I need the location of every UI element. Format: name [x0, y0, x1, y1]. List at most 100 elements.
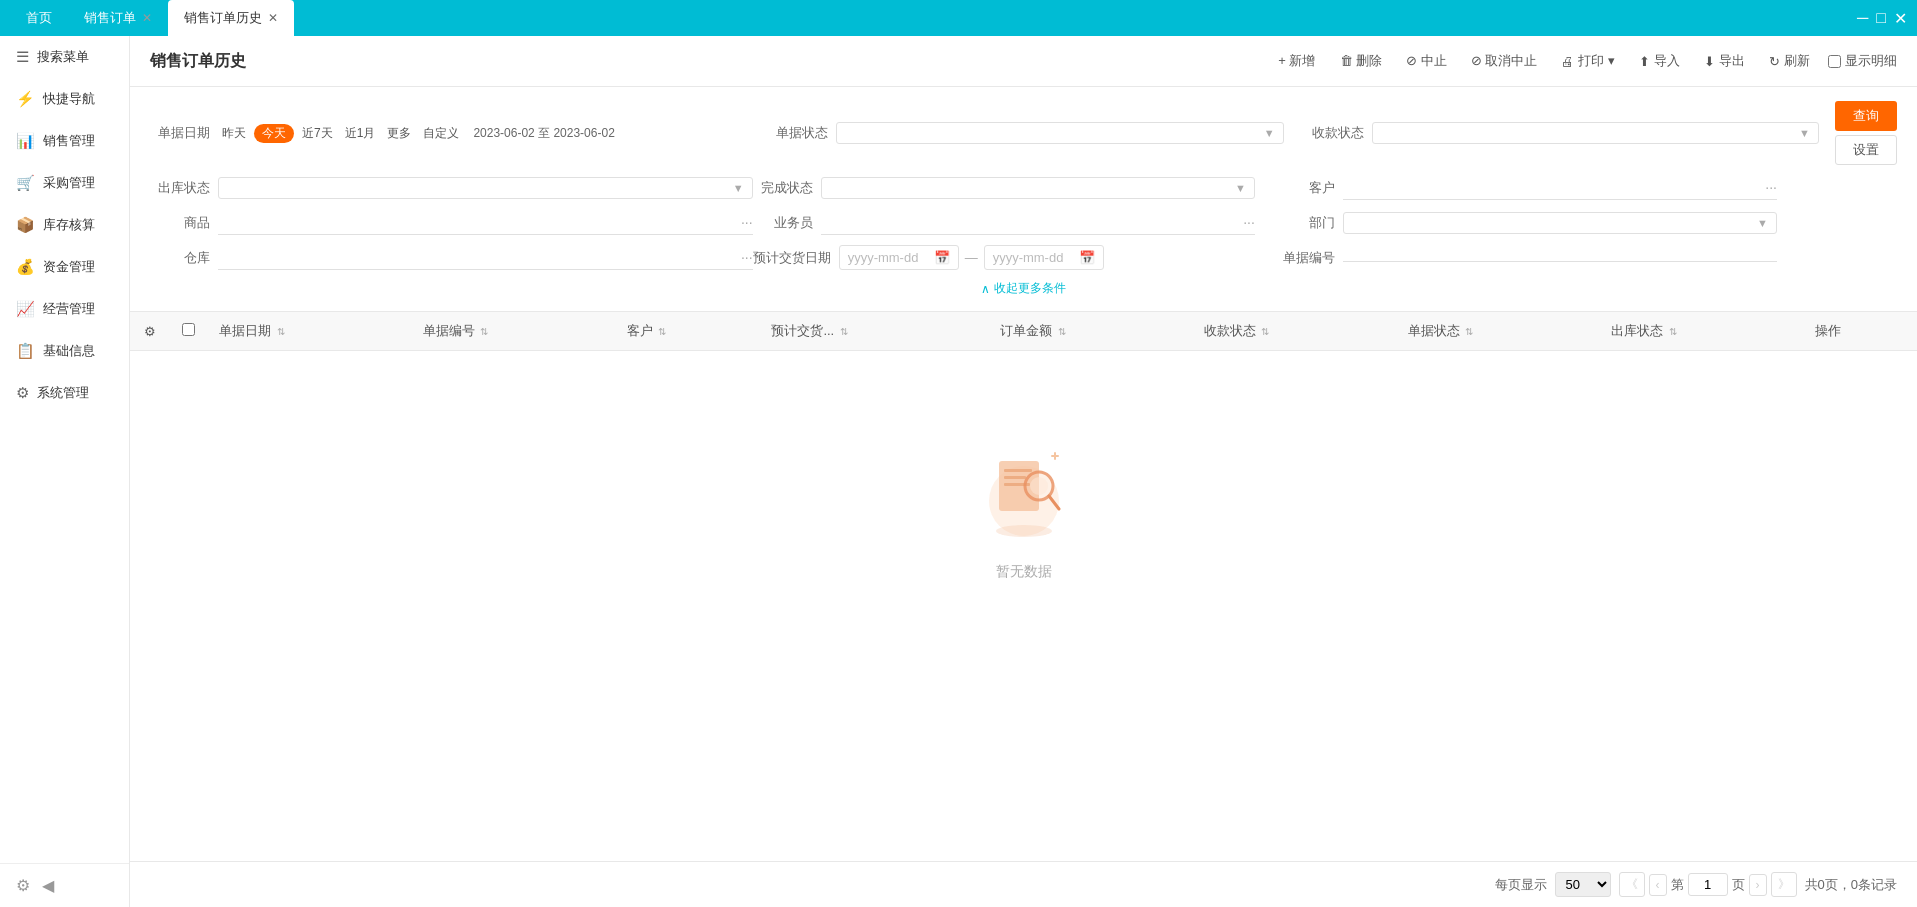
- page-number-input[interactable]: [1688, 873, 1728, 896]
- sidebar-item-inventory[interactable]: 📦 库存核算: [0, 204, 129, 246]
- col-number[interactable]: 单据编号 ⇅: [411, 312, 615, 351]
- empty-illustration: [964, 431, 1084, 551]
- select-all-checkbox[interactable]: [182, 323, 195, 336]
- delete-button[interactable]: 🗑 删除: [1334, 48, 1389, 74]
- close-icon[interactable]: ✕: [1894, 9, 1907, 28]
- sidebar-item-operations-label: 经营管理: [43, 300, 95, 318]
- customer-label: 客户: [1275, 179, 1335, 197]
- sidebar-item-purchase-mgmt[interactable]: 🛒 采购管理: [0, 162, 129, 204]
- next-page-button[interactable]: ›: [1749, 874, 1767, 896]
- col-amount[interactable]: 订单金额 ⇅: [988, 312, 1192, 351]
- import-icon: ⬆: [1639, 54, 1650, 69]
- cancel-stop-button[interactable]: ⊘ 取消中止: [1465, 48, 1544, 74]
- sidebar-item-quick-nav[interactable]: ⚡ 快捷导航: [0, 78, 129, 120]
- per-page-label: 每页显示: [1495, 876, 1547, 894]
- new-button[interactable]: + 新增: [1272, 48, 1321, 74]
- page-title: 销售订单历史: [150, 51, 246, 72]
- delivery-date-from[interactable]: yyyy-mm-dd 📅: [839, 245, 959, 270]
- collapse-filter-row[interactable]: ∧ 收起更多条件: [150, 280, 1897, 297]
- show-detail-input[interactable]: [1828, 55, 1841, 68]
- warehouse-dots-icon[interactable]: ···: [741, 249, 753, 265]
- col-action: 操作: [1803, 312, 1917, 351]
- delivery-date-label: 预计交货日期: [753, 249, 831, 267]
- window-controls: ─ □ ✕: [1857, 9, 1907, 28]
- col-delivery-date[interactable]: 预计交货... ⇅: [759, 312, 988, 351]
- filter-delivery-status-field: 出库状态 ▼: [150, 177, 753, 199]
- tab-sales-order-label: 销售订单: [84, 9, 136, 27]
- per-page-select[interactable]: 50 10 20 100: [1555, 872, 1611, 897]
- prev-page-button[interactable]: ‹: [1649, 874, 1667, 896]
- sidebar-item-basic-info[interactable]: 📋 基础信息: [0, 330, 129, 372]
- col-customer[interactable]: 客户 ⇅: [615, 312, 760, 351]
- col-payment-status-sort-icon: ⇅: [1261, 326, 1269, 337]
- date-shortcuts: 昨天 今天 近7天 近1月 更多 自定义: [218, 124, 463, 143]
- department-select[interactable]: ▼: [1343, 212, 1777, 234]
- settings-bottom-icon[interactable]: ⚙: [16, 876, 30, 895]
- salesperson-dots-icon[interactable]: ···: [1243, 214, 1255, 230]
- delivery-date-to-placeholder: yyyy-mm-dd: [993, 250, 1064, 265]
- import-button[interactable]: ⬆ 导入: [1633, 48, 1686, 74]
- delivery-status-select[interactable]: ▼: [218, 177, 753, 199]
- shortcut-yesterday[interactable]: 昨天: [218, 124, 250, 143]
- shortcut-today[interactable]: 今天: [254, 124, 294, 143]
- col-amount-sort-icon: ⇅: [1058, 326, 1066, 337]
- collapse-sidebar-icon[interactable]: ◀: [42, 876, 54, 895]
- col-payment-status[interactable]: 收款状态 ⇅: [1192, 312, 1396, 351]
- col-order-status[interactable]: 单据状态 ⇅: [1396, 312, 1600, 351]
- refresh-button[interactable]: ↻ 刷新: [1763, 48, 1816, 74]
- sidebar-item-finance[interactable]: 💰 资金管理: [0, 246, 129, 288]
- page-prefix-label: 第: [1671, 876, 1684, 894]
- completion-status-select[interactable]: ▼: [821, 177, 1255, 199]
- order-status-select[interactable]: ▼: [836, 122, 1283, 144]
- filter-row-1: 单据日期 昨天 今天 近7天 近1月 更多 自定义 2023-06-02 至 2…: [150, 101, 1897, 165]
- tab-sales-order-close[interactable]: ✕: [142, 11, 152, 25]
- shortcut-custom[interactable]: 自定义: [419, 124, 463, 143]
- minimize-icon[interactable]: ─: [1857, 9, 1868, 27]
- department-label: 部门: [1275, 214, 1335, 232]
- tab-sales-order[interactable]: 销售订单 ✕: [68, 0, 168, 36]
- col-delivery-status[interactable]: 出库状态 ⇅: [1599, 312, 1803, 351]
- sales-mgmt-icon: 📊: [16, 132, 35, 150]
- sidebar-item-search-menu-label: 搜索菜单: [37, 48, 89, 66]
- col-delivery-status-sort-icon: ⇅: [1669, 326, 1677, 337]
- last-page-button[interactable]: 》: [1771, 872, 1797, 897]
- table-settings-col[interactable]: ⚙: [130, 312, 170, 351]
- sidebar-item-operations[interactable]: 📈 经营管理: [0, 288, 129, 330]
- product-dots-icon[interactable]: ···: [741, 214, 753, 230]
- calendar-to-icon: 📅: [1079, 250, 1095, 265]
- sidebar-item-search-menu[interactable]: ☰ 搜索菜单: [0, 36, 129, 78]
- filter-area: 单据日期 昨天 今天 近7天 近1月 更多 自定义 2023-06-02 至 2…: [130, 87, 1917, 312]
- customer-dots-icon[interactable]: ···: [1765, 179, 1777, 195]
- filter-product-field: 商品 ···: [150, 210, 753, 235]
- col-date[interactable]: 单据日期 ⇅: [207, 312, 411, 351]
- sidebar-item-basic-info-label: 基础信息: [43, 342, 95, 360]
- shortcut-7days[interactable]: 近7天: [298, 124, 337, 143]
- query-button[interactable]: 查询: [1835, 101, 1897, 131]
- tab-history-label: 销售订单历史: [184, 9, 262, 27]
- stop-button[interactable]: ⊘ 中止: [1400, 48, 1453, 74]
- tab-sales-order-history[interactable]: 销售订单历史 ✕: [168, 0, 294, 36]
- maximize-icon[interactable]: □: [1876, 9, 1886, 27]
- print-button[interactable]: 🖨 🖨 打印 打印 ▾: [1555, 48, 1621, 74]
- shortcut-more[interactable]: 更多: [383, 124, 415, 143]
- shortcut-1month[interactable]: 近1月: [341, 124, 380, 143]
- tab-home[interactable]: 首页: [10, 0, 68, 36]
- first-page-button[interactable]: 《: [1619, 872, 1645, 897]
- date-value: 昨天 今天 近7天 近1月 更多 自定义 2023-06-02 至 2023-0…: [218, 124, 768, 143]
- sidebar-item-system[interactable]: ⚙ 系统管理: [0, 372, 129, 414]
- sidebar-item-sales-mgmt[interactable]: 📊 销售管理: [0, 120, 129, 162]
- table-area: ⚙ 单据日期 ⇅ 单据编号 ⇅ 客户 ⇅: [130, 312, 1917, 861]
- show-detail-checkbox[interactable]: 显示明细: [1828, 52, 1897, 70]
- col-number-label: 单据编号: [423, 323, 475, 338]
- filter-date-field: 单据日期 昨天 今天 近7天 近1月 更多 自定义 2023-06-02 至 2…: [150, 124, 768, 143]
- payment-status-select[interactable]: ▼: [1372, 122, 1819, 144]
- settings-button[interactable]: 设置: [1835, 135, 1897, 165]
- filter-warehouse-field: 仓库 ···: [150, 245, 753, 270]
- tab-history-close[interactable]: ✕: [268, 11, 278, 25]
- export-button[interactable]: ⬇ 导出: [1698, 48, 1751, 74]
- table-checkbox-col[interactable]: [170, 312, 207, 351]
- filter-salesperson-field: 业务员 ···: [753, 210, 1255, 235]
- operations-icon: 📈: [16, 300, 35, 318]
- filter-order-number-field: 单据编号: [1275, 249, 1777, 267]
- delivery-date-to[interactable]: yyyy-mm-dd 📅: [984, 245, 1104, 270]
